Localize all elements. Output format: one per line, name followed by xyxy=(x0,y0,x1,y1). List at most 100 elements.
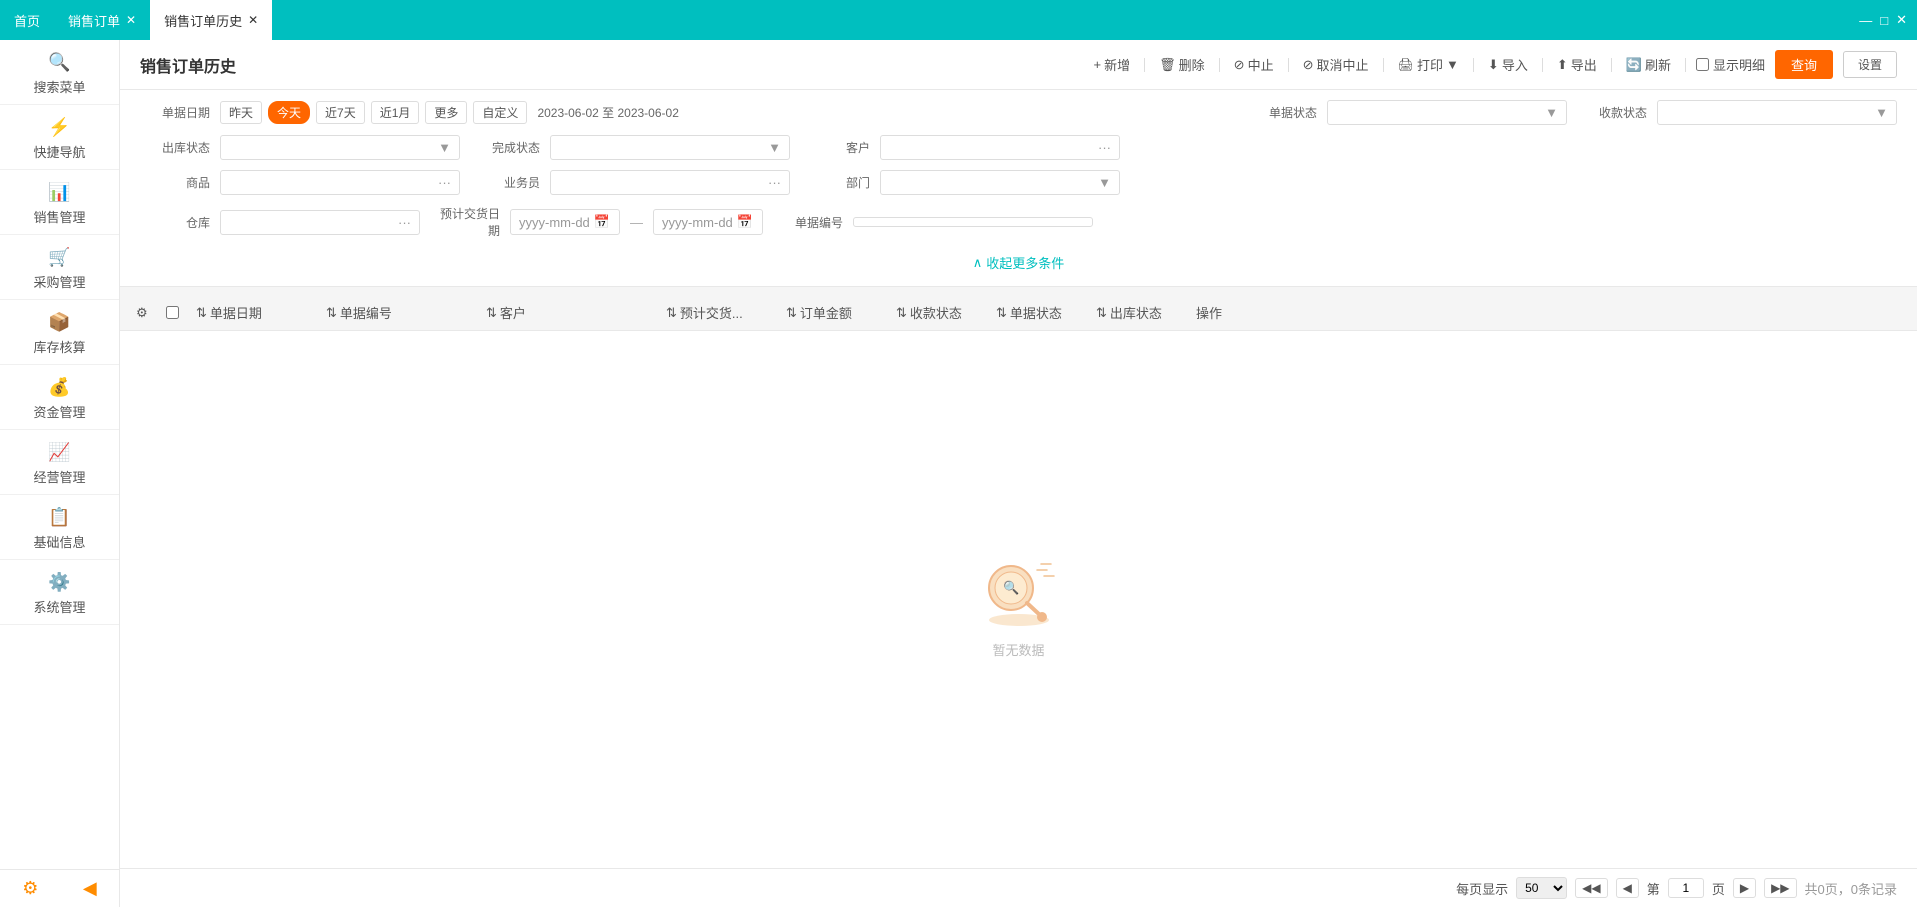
divider-1 xyxy=(1144,58,1145,72)
date-today-btn[interactable]: 今天 xyxy=(268,101,310,124)
tab-sales-order-history-close[interactable]: ✕ xyxy=(248,13,258,27)
th-docno-label: 单据编号 xyxy=(340,303,392,322)
sidebar-item-inventory[interactable]: 📦 库存核算 xyxy=(0,300,119,365)
th-settings[interactable]: ⚙ xyxy=(130,305,160,321)
date-range-text: 2023-06-02 至 2023-06-02 xyxy=(537,104,678,121)
export-icon: ⬆ xyxy=(1557,57,1568,73)
delete-button[interactable]: 🗑 删除 xyxy=(1155,55,1209,74)
page-of-label: 第 xyxy=(1647,879,1660,898)
first-page-button[interactable]: ◀◀ xyxy=(1575,878,1607,898)
page-size-select[interactable]: 50 10 20 100 xyxy=(1516,877,1567,899)
department-select[interactable]: ▼ xyxy=(880,170,1120,195)
th-customer-label: 客户 xyxy=(500,303,526,322)
refresh-button[interactable]: 🔄 刷新 xyxy=(1622,55,1675,74)
last-page-button[interactable]: ▶▶ xyxy=(1764,878,1796,898)
delivery-date-from[interactable]: yyyy-mm-dd 📅 xyxy=(510,209,620,235)
calendar-to-icon[interactable]: 📅 xyxy=(737,214,753,230)
query-button[interactable]: 查询 xyxy=(1775,50,1833,79)
out-status-label: 出库状态 xyxy=(140,139,210,156)
sidebar-item-finance[interactable]: 💰 资金管理 xyxy=(0,365,119,430)
page-title: 销售订单历史 xyxy=(140,53,236,77)
table-header: ⚙ ⇅ 单据日期 ⇅ 单据编号 ⇅ 客户 ⇅ xyxy=(120,295,1917,331)
product-label: 商品 xyxy=(140,174,210,191)
sidebar-item-operations[interactable]: 📈 经营管理 xyxy=(0,430,119,495)
tab-home-label: 首页 xyxy=(14,11,40,30)
doc-status-label: 单据状态 xyxy=(1247,104,1317,121)
th-amount[interactable]: ⇅ 订单金额 xyxy=(780,303,890,322)
sort-customer-icon: ⇅ xyxy=(486,305,497,321)
th-customer[interactable]: ⇅ 客户 xyxy=(480,303,660,322)
th-pay-status[interactable]: ⇅ 收款状态 xyxy=(890,303,990,322)
th-docno[interactable]: ⇅ 单据编号 xyxy=(320,303,480,322)
date-custom-btn[interactable]: 自定义 xyxy=(473,101,527,124)
th-checkbox[interactable] xyxy=(160,306,190,319)
complete-status-select[interactable]: ▼ xyxy=(550,135,790,160)
divider-8 xyxy=(1685,58,1686,72)
table-settings-icon[interactable]: ⚙ xyxy=(136,305,148,321)
warehouse-select[interactable]: ··· xyxy=(220,210,420,235)
date-last-month-btn[interactable]: 近1月 xyxy=(371,101,420,124)
stop-icon: ⊘ xyxy=(1234,57,1245,73)
product-select[interactable]: ··· xyxy=(220,170,460,195)
sidebar-item-system-mgmt[interactable]: ⚙️ 系统管理 xyxy=(0,560,119,625)
close-window-icon[interactable]: ✕ xyxy=(1896,12,1907,28)
collapse-button[interactable]: ∧ 收起更多条件 xyxy=(140,249,1897,276)
tab-sales-order-history[interactable]: 销售订单历史 ✕ xyxy=(150,0,272,40)
minimize-icon[interactable]: — xyxy=(1859,13,1872,28)
maximize-icon[interactable]: □ xyxy=(1880,13,1888,28)
date-more-btn[interactable]: 更多 xyxy=(425,101,467,124)
sidebar-item-purchase-mgmt[interactable]: 🛒 采购管理 xyxy=(0,235,119,300)
date-last7-btn[interactable]: 近7天 xyxy=(316,101,365,124)
next-page-button[interactable]: ▶ xyxy=(1733,878,1756,898)
empty-state: 🔍 暂无数据 xyxy=(120,331,1917,868)
sidebar-item-basic-info[interactable]: 📋 基础信息 xyxy=(0,495,119,560)
salesperson-select[interactable]: ··· xyxy=(550,170,790,195)
print-button[interactable]: 🖨 打印 ▼ xyxy=(1394,55,1463,74)
pay-status-arrow-icon: ▼ xyxy=(1875,105,1888,120)
sidebar-gear-icon[interactable]: ⚙ xyxy=(22,878,38,899)
sidebar-item-basic-info-label: 基础信息 xyxy=(33,532,85,551)
tab-home[interactable]: 首页 xyxy=(0,0,54,40)
sidebar-collapse-icon[interactable]: ◀ xyxy=(83,878,97,899)
th-doc-status[interactable]: ⇅ 单据状态 xyxy=(990,303,1090,322)
show-detail-checkbox[interactable]: 显示明细 xyxy=(1696,55,1765,74)
pay-status-select[interactable]: ▼ xyxy=(1657,100,1897,125)
salesperson-label: 业务员 xyxy=(470,174,540,191)
out-status-select[interactable]: ▼ xyxy=(220,135,460,160)
doc-no-input[interactable] xyxy=(853,217,1093,227)
doc-status-select[interactable]: ▼ xyxy=(1327,100,1567,125)
th-out-status[interactable]: ⇅ 出库状态 xyxy=(1090,303,1190,322)
cancel-stop-button[interactable]: ⊘ 取消中止 xyxy=(1299,55,1373,74)
select-all-checkbox[interactable] xyxy=(166,306,179,319)
prev-page-button[interactable]: ◀ xyxy=(1616,878,1639,898)
complete-status-label: 完成状态 xyxy=(470,139,540,156)
sidebar-item-sales-mgmt[interactable]: 📊 销售管理 xyxy=(0,170,119,235)
add-button[interactable]: + 新增 xyxy=(1090,55,1135,74)
import-button[interactable]: ⬇ 导入 xyxy=(1484,55,1532,74)
th-out-status-label: 出库状态 xyxy=(1110,303,1162,322)
th-amount-label: 订单金额 xyxy=(800,303,852,322)
tab-sales-order[interactable]: 销售订单 ✕ xyxy=(54,0,150,40)
warehouse-label: 仓库 xyxy=(140,214,210,231)
delivery-date-label: 预计交货日期 xyxy=(430,205,500,239)
sidebar-item-search-menu[interactable]: 🔍 搜索菜单 xyxy=(0,40,119,105)
finance-icon: 💰 xyxy=(48,377,70,398)
page-number-input[interactable] xyxy=(1668,878,1704,898)
filter-row-3: 商品 ··· 业务员 ··· 部门 ▼ xyxy=(140,170,1897,195)
customer-select[interactable]: ··· xyxy=(880,135,1120,160)
pay-status-label: 收款状态 xyxy=(1577,104,1647,121)
th-date[interactable]: ⇅ 单据日期 xyxy=(190,303,320,322)
stop-button[interactable]: ⊘ 中止 xyxy=(1230,55,1278,74)
calendar-from-icon[interactable]: 📅 xyxy=(594,214,610,230)
cancel-stop-icon: ⊘ xyxy=(1303,57,1314,73)
date-yesterday-btn[interactable]: 昨天 xyxy=(220,101,262,124)
delivery-date-to[interactable]: yyyy-mm-dd 📅 xyxy=(653,209,763,235)
out-status-arrow-icon: ▼ xyxy=(438,140,451,155)
tab-sales-order-close[interactable]: ✕ xyxy=(126,13,136,27)
export-button[interactable]: ⬆ 导出 xyxy=(1553,55,1601,74)
show-detail-input[interactable] xyxy=(1696,58,1709,71)
sidebar-item-quick-nav[interactable]: ⚡ 快捷导航 xyxy=(0,105,119,170)
th-date-label: 单据日期 xyxy=(210,303,262,322)
setting-button[interactable]: 设置 xyxy=(1843,51,1897,78)
th-delivery[interactable]: ⇅ 预计交货... xyxy=(660,303,780,322)
